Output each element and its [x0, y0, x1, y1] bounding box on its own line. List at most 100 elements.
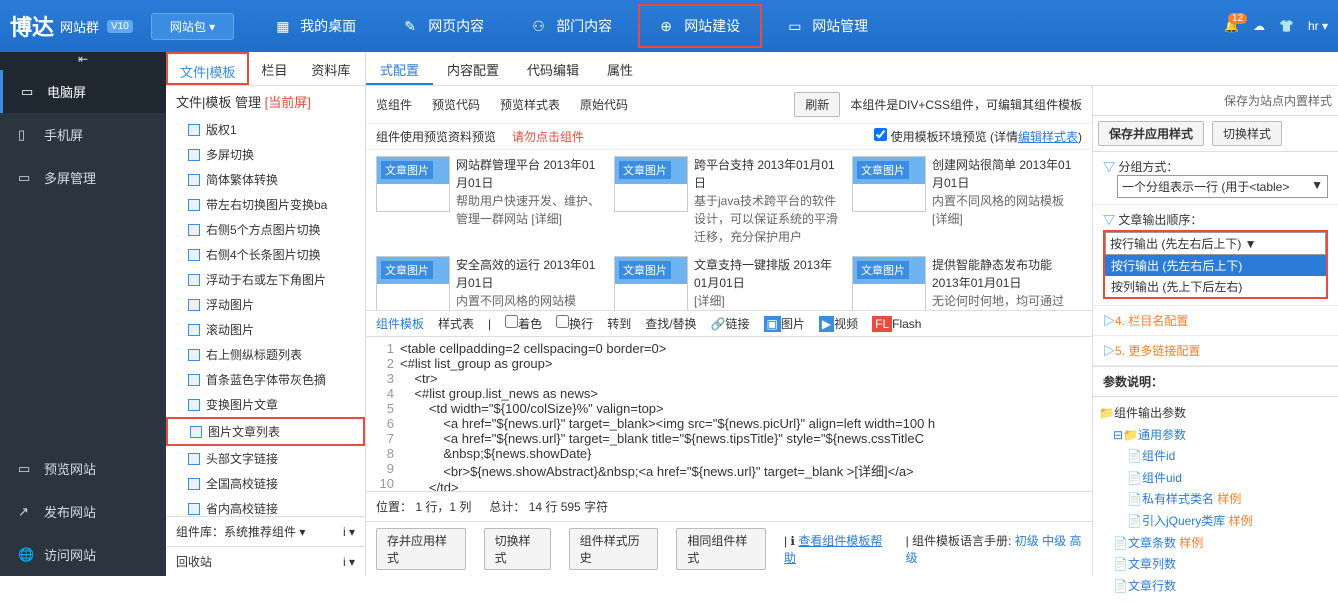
tab-style-config[interactable]: 式配置 [366, 52, 433, 85]
save-as-site-style[interactable]: 保存为站点内置样式 [1093, 86, 1338, 116]
file-item[interactable]: 简体繁体转换 [166, 167, 365, 192]
file-item[interactable]: 滚动图片 [166, 317, 365, 342]
tree-common[interactable]: ⊟📁通用参数 [1099, 425, 1332, 447]
shirt-icon[interactable]: 👕 [1279, 19, 1294, 33]
tree-jquery[interactable]: 📄引入jQuery类库 样例 [1099, 511, 1332, 533]
site-package-dropdown[interactable]: 网站包 ▾ [151, 13, 234, 40]
find-button[interactable]: 查找/替换 [645, 315, 696, 332]
flash-button[interactable]: FLFlash [872, 317, 921, 331]
nav-content[interactable]: ✎网页内容 [380, 2, 508, 50]
group-section: ▽ 分组方式： 一个分组表示一行 (用于<table>▼ [1093, 152, 1338, 205]
sidebar-multi-screen[interactable]: ▭多屏管理 [0, 156, 166, 199]
subtab-preview-css[interactable]: 预览样式表 [500, 96, 560, 113]
recycle-bin[interactable]: 回收站i ▾ [166, 546, 365, 576]
file-item[interactable]: 全国高校链接 [166, 471, 365, 496]
help-link[interactable]: 查看组件模板帮助 [784, 534, 882, 565]
refresh-button[interactable]: 刷新 [794, 92, 840, 117]
bell-icon[interactable]: 🔔12 [1224, 19, 1239, 33]
section-4[interactable]: ▷4. 栏目名配置 [1093, 306, 1338, 336]
preview-card[interactable]: 网站群管理平台 2013年01月01日帮助用户快速开发、维护、管理一群网站 [详… [376, 156, 604, 246]
tree-comp-id[interactable]: 📄组件id [1099, 446, 1332, 468]
tree-article-rows[interactable]: 📄文章行数 [1099, 576, 1332, 598]
subtab-preview-code[interactable]: 预览代码 [432, 96, 480, 113]
file-item[interactable]: 多屏切换 [166, 142, 365, 167]
subtab-raw-code[interactable]: 原始代码 [580, 96, 628, 113]
level-mid[interactable]: 中级 [1042, 534, 1066, 548]
file-item[interactable]: 首条蓝色字体带灰色摘 [166, 367, 365, 392]
tab-stylesheet[interactable]: 样式表 [438, 315, 474, 332]
link-button[interactable]: 🔗链接 [711, 315, 750, 332]
order-opt-col[interactable]: 按列输出 (先上下后左右) [1105, 276, 1326, 297]
file-item[interactable]: 右侧4个长条图片切换 [166, 242, 365, 267]
monitor-icon: ▭ [21, 84, 37, 100]
nav-build[interactable]: ⊕网站建设 [638, 4, 762, 48]
edit-icon: ✎ [404, 18, 420, 34]
nav-dept[interactable]: ⚇部门内容 [508, 2, 636, 50]
grid-icon: ▦ [276, 18, 292, 34]
wrap-checkbox[interactable] [556, 315, 569, 328]
save-style-button[interactable]: 保存并应用样式 [1098, 121, 1204, 146]
sidebar-desktop-screen[interactable]: ▭电脑屏 [0, 70, 166, 113]
preview-card[interactable]: 提供智能静态发布功能 2013年01月01日无论何时何地，均可通过 [852, 256, 1080, 310]
file-item[interactable]: 省内高校链接 [166, 496, 365, 516]
tab-column[interactable]: 栏目 [249, 52, 299, 85]
history-button[interactable]: 组件样式历史 [569, 528, 659, 570]
edit-stylesheet-link[interactable]: 编辑样式表 [1018, 130, 1078, 144]
file-item[interactable]: 头部文字链接 [166, 446, 365, 471]
user-menu[interactable]: hr ▾ [1308, 19, 1328, 33]
order-dropdown[interactable]: 按行输出 (先左右后上下) ▼ 按行输出 (先左右后上下) 按列输出 (先上下后… [1103, 230, 1328, 299]
color-checkbox[interactable] [505, 315, 518, 328]
goto-button[interactable]: 转到 [607, 315, 631, 332]
collapse-button[interactable]: ⇤ [0, 52, 166, 70]
file-item[interactable]: 右侧5个方点图片切换 [166, 217, 365, 242]
file-item[interactable]: 版权1 [166, 117, 365, 142]
sidebar-visit[interactable]: 🌐访问网站 [0, 533, 166, 576]
preview-card[interactable]: 安全高效的运行 2013年01月01日内置不同风格的网站模 [376, 256, 604, 310]
tab-code-edit[interactable]: 代码编辑 [513, 52, 593, 85]
order-opt-row[interactable]: 按行输出 (先左右后上下) [1105, 255, 1326, 276]
tab-comp-template[interactable]: 组件模板 [376, 315, 424, 332]
switch-style-button[interactable]: 切换样式 [484, 528, 551, 570]
cloud-icon[interactable]: ☁ [1253, 19, 1265, 33]
video-button[interactable]: ▶视频 [819, 315, 858, 332]
sidebar-preview[interactable]: ▭预览网站 [0, 447, 166, 490]
tree-root[interactable]: 📁组件输出参数 [1099, 403, 1332, 425]
nav-manage[interactable]: ▭网站管理 [764, 2, 892, 50]
group-select[interactable]: 一个分组表示一行 (用于<table>▼ [1117, 175, 1328, 198]
file-item[interactable]: 浮动图片 [166, 292, 365, 317]
tree-comp-uid[interactable]: 📄组件uid [1099, 468, 1332, 490]
tree-article-cols[interactable]: 📄文章列数 [1099, 554, 1332, 576]
same-comp-button[interactable]: 相同组件样式 [676, 528, 766, 570]
code-editor[interactable]: 12345678910 <table cellpadding=2 cellspa… [366, 337, 1092, 491]
tree-private-style[interactable]: 📄私有样式类名 样例 [1099, 489, 1332, 511]
file-item[interactable]: 浮动于右或左下角图片 [166, 267, 365, 292]
preview-card[interactable]: 文章支持一键排版 2013年01月01日[详细] [614, 256, 842, 310]
tab-properties[interactable]: 属性 [593, 52, 647, 85]
image-button[interactable]: ▣图片 [764, 315, 805, 332]
tree-article-count[interactable]: 📄文章条数 样例 [1099, 533, 1332, 555]
file-item[interactable]: 右上侧纵标题列表 [166, 342, 365, 367]
file-item[interactable]: 图片文章列表 [166, 417, 365, 446]
file-item[interactable]: 变换图片文章 [166, 392, 365, 417]
section-5[interactable]: ▷5. 更多链接配置 [1093, 336, 1338, 366]
file-list: 版权1多屏切换简体繁体转换带左右切换图片变换ba右侧5个方点图片切换右侧4个长条… [166, 117, 365, 516]
nav-desktop[interactable]: ▦我的桌面 [252, 2, 380, 50]
tab-resource[interactable]: 资料库 [299, 52, 362, 85]
level-basic[interactable]: 初级 [1015, 534, 1039, 548]
tab-content-config[interactable]: 内容配置 [433, 52, 513, 85]
component-lib[interactable]: 组件库：系统推荐组件 ▾i ▾ [166, 516, 365, 546]
logo: 博达 [10, 10, 54, 42]
main-area: 式配置 内容配置 代码编辑 属性 览组件 预览代码 预览样式表 原始代码 刷新 … [366, 52, 1338, 576]
file-item[interactable]: 带左右切换图片变换ba [166, 192, 365, 217]
param-tree: 📁组件输出参数 ⊟📁通用参数 📄组件id 📄组件uid 📄私有样式类名 样例 📄… [1093, 397, 1338, 603]
preview-card[interactable]: 创建网站很简单 2013年01月01日内置不同风格的网站模板 [详细] [852, 156, 1080, 246]
sidebar-publish[interactable]: ↗发布网站 [0, 490, 166, 533]
env-checkbox[interactable] [874, 128, 887, 141]
save-apply-button[interactable]: 存并应用样式 [376, 528, 466, 570]
subtab-preview-comp[interactable]: 览组件 [376, 96, 412, 113]
phone-icon: ▯ [18, 127, 34, 143]
tab-file-template[interactable]: 文件|模板 [166, 52, 249, 85]
switch-style-button2[interactable]: 切换样式 [1212, 121, 1282, 146]
sidebar-mobile-screen[interactable]: ▯手机屏 [0, 113, 166, 156]
preview-card[interactable]: 跨平台支持 2013年01月01日基于java技术跨平台的软件设计，可以保证系统… [614, 156, 842, 246]
